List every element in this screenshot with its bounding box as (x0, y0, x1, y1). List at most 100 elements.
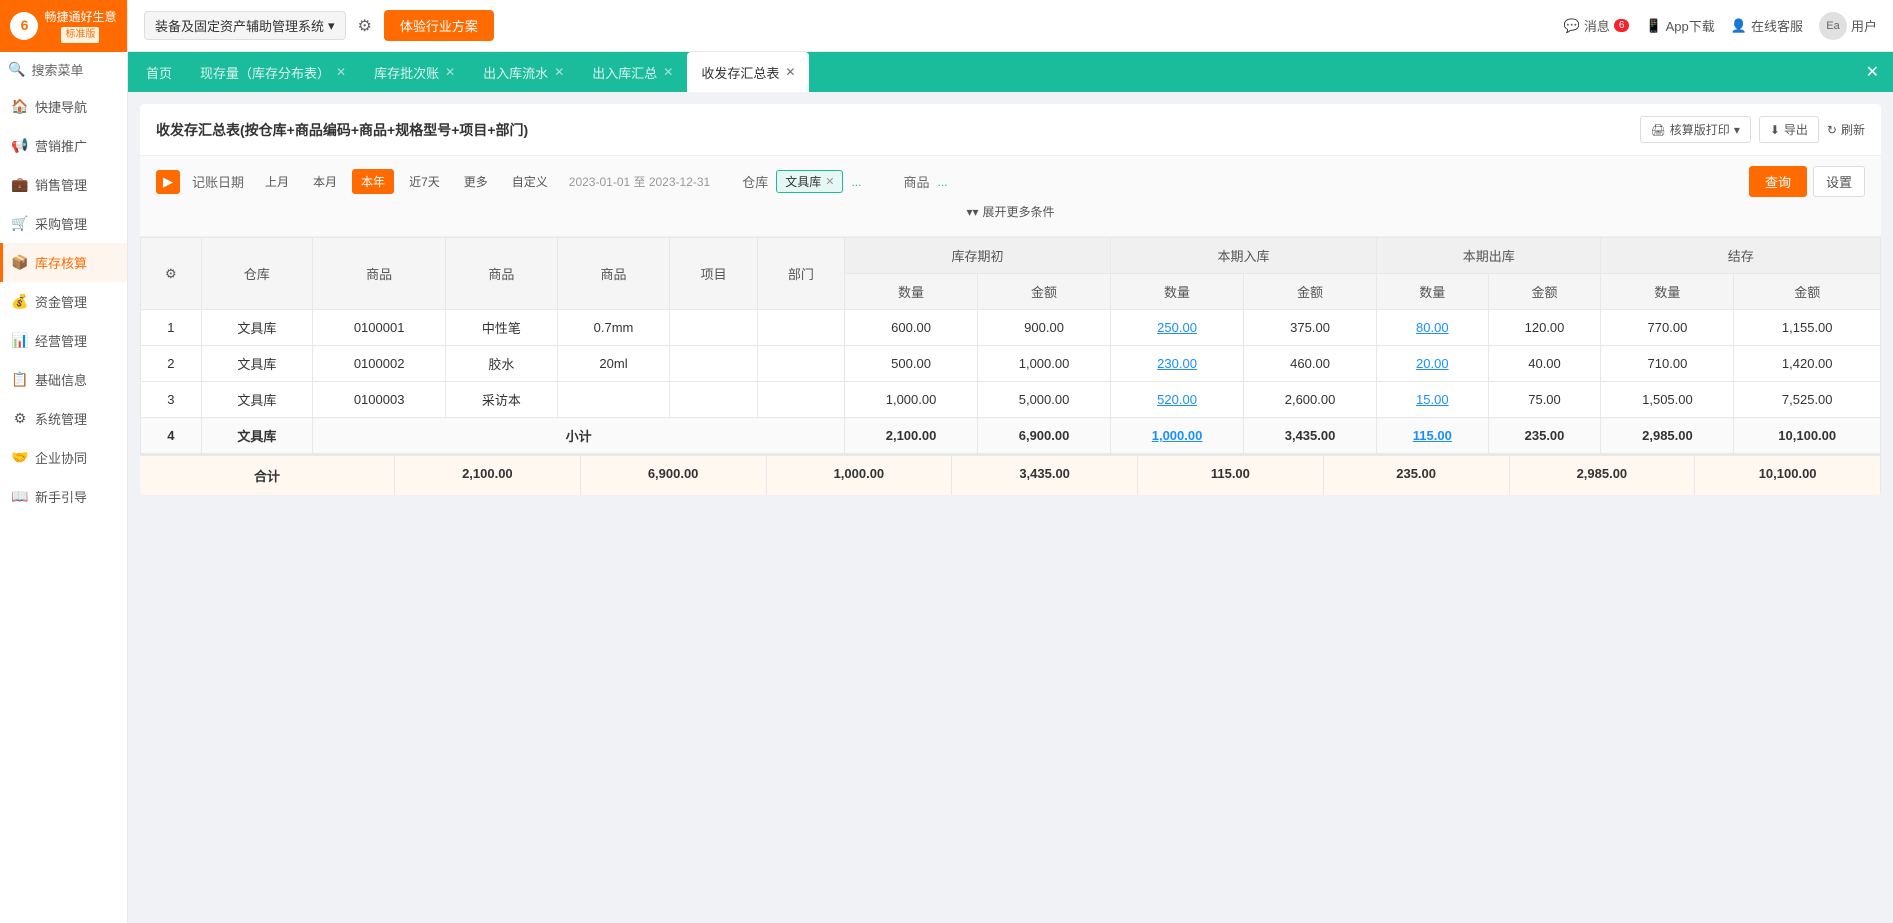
refresh-icon: ↻ (1827, 123, 1837, 137)
expand-button[interactable]: ▾▾ 展开更多条件 (966, 203, 1054, 220)
footer-in-qty: 1,000.00 (767, 456, 953, 495)
tab-inout-flow[interactable]: 出入库流水 ✕ (469, 52, 578, 92)
table-row: 1 文具库 0100001 中性笔 0.7mm 600.00 900.00 25… (141, 310, 1881, 346)
settings-button[interactable]: 设置 (1813, 166, 1865, 197)
settings-icon: ⚙ (165, 266, 177, 281)
row-name: 胶水 (446, 346, 557, 382)
trial-button[interactable]: 体验行业方案 (384, 10, 494, 41)
subtotal-out-qty[interactable]: 115.00 (1377, 418, 1489, 454)
date-btn-this-month[interactable]: 本月 (304, 169, 346, 194)
system-selector[interactable]: 装备及固定资产辅助管理系统 ▾ (144, 11, 346, 40)
sidebar-item-qiye[interactable]: 🤝 企业协同 (0, 438, 127, 477)
filter-row-1: ▶ 记账日期 上月 本月 本年 近7天 更多 自定义 2023-01-01 至 … (156, 166, 1865, 197)
row-warehouse: 文具库 (201, 310, 312, 346)
warehouse-more[interactable]: ... (851, 175, 861, 189)
tab-close-icon[interactable]: ✕ (445, 65, 455, 79)
expand-icon: ▾▾ (966, 205, 978, 219)
row-project (670, 310, 757, 346)
online-service-btn[interactable]: 👤 在线客服 (1731, 16, 1803, 35)
tab-close-icon[interactable]: ✕ (663, 65, 673, 79)
nav-icon: ⚙ (11, 410, 29, 428)
sidebar-item-label: 企业协同 (35, 448, 87, 467)
warehouse-tag-close[interactable]: ✕ (825, 175, 834, 188)
commodity-more[interactable]: ... (938, 175, 948, 189)
tab-close-icon[interactable]: ✕ (785, 65, 795, 79)
chevron-down-icon: ▾ (1734, 123, 1740, 137)
date-btn-this-year[interactable]: 本年 (352, 169, 394, 194)
tab-inout-summary[interactable]: 出入库汇总 ✕ (578, 52, 687, 92)
row-out-qty[interactable]: 15.00 (1377, 382, 1489, 418)
subtotal-in-qty[interactable]: 1,000.00 (1111, 418, 1244, 454)
bal-qty-header: 数量 (1601, 274, 1734, 310)
sidebar-item-xiaoshou[interactable]: 💼 销售管理 (0, 165, 127, 204)
sidebar-item-xinshou[interactable]: 📖 新手引导 (0, 477, 127, 516)
tab-close-icon[interactable]: ✕ (554, 65, 564, 79)
warehouse-tag: 文具库 ✕ (776, 170, 843, 193)
sidebar-item-kucun[interactable]: 📦 库存核算 (0, 243, 127, 282)
nav-icon: 📦 (11, 254, 29, 272)
col-spec-header: 商品 (557, 238, 670, 310)
main-area: 装备及固定资产辅助管理系统 ▾ ⚙ 体验行业方案 💬 消息 6 📱 App下载 … (128, 0, 1893, 923)
date-btn-last-month[interactable]: 上月 (256, 169, 298, 194)
row-out-qty[interactable]: 20.00 (1377, 346, 1489, 382)
sidebar-item-jingying[interactable]: 📊 经营管理 (0, 321, 127, 360)
col-settings-header[interactable]: ⚙ (141, 238, 202, 310)
gear-settings-icon[interactable]: ⚙ (358, 16, 372, 36)
tab-label: 出入库汇总 (592, 63, 657, 82)
date-btn-7days[interactable]: 近7天 (400, 169, 449, 194)
date-btn-custom[interactable]: 自定义 (503, 169, 557, 194)
page-card: 收发存汇总表(按仓库+商品编码+商品+规格型号+项目+部门) 🖨 核算版打印 ▾… (140, 104, 1881, 495)
sidebar-item-label: 销售管理 (35, 175, 87, 194)
footer-out-amt: 235.00 (1324, 456, 1510, 495)
expand-row: ▾▾ 展开更多条件 (156, 197, 1865, 226)
refresh-label: 刷新 (1841, 121, 1865, 138)
footer-total-label: 合计 (140, 456, 395, 495)
subtotal-row: 4 文具库 小计 2,100.00 6,900.00 1,000.00 3,43… (141, 418, 1881, 454)
row-in-qty[interactable]: 230.00 (1111, 346, 1244, 382)
sidebar-search[interactable]: 🔍 搜索菜单 (0, 52, 127, 87)
tab-home[interactable]: 首页 (132, 52, 186, 92)
row-in-amt: 375.00 (1244, 310, 1377, 346)
logo-icon: 6 (10, 12, 38, 40)
footer-open-qty: 2,100.00 (395, 456, 581, 495)
sidebar-item-jichu[interactable]: 📋 基础信息 (0, 360, 127, 399)
row-out-amt: 75.00 (1488, 382, 1601, 418)
export-btn[interactable]: ⬇ 导出 (1759, 116, 1819, 143)
print-label: 核算版打印 (1670, 121, 1730, 138)
date-btn-more[interactable]: 更多 (455, 169, 497, 194)
sidebar-item-zijin[interactable]: 💰 资金管理 (0, 282, 127, 321)
query-button[interactable]: 查询 (1749, 166, 1807, 197)
refresh-btn[interactable]: ↻ 刷新 (1827, 121, 1865, 138)
date-filter-label: 记账日期 (192, 172, 244, 191)
warehouse-filter: 仓库 文具库 ✕ ... (742, 170, 861, 193)
row-dept (757, 382, 844, 418)
tabs-close-all[interactable]: ✕ (1856, 62, 1889, 82)
row-bal-amt: 1,420.00 (1734, 346, 1881, 382)
row-in-qty[interactable]: 250.00 (1111, 310, 1244, 346)
sidebar-item-kuaijie[interactable]: 🏠 快捷导航 (0, 87, 127, 126)
open-qty-header: 数量 (845, 274, 978, 310)
tab-inventory-batch[interactable]: 库存批次账 ✕ (360, 52, 469, 92)
phone-icon: 📱 (1645, 18, 1661, 34)
row-warehouse: 文具库 (201, 346, 312, 382)
tab-inventory-dist[interactable]: 现存量（库存分布表） ✕ (186, 52, 360, 92)
filter-toggle[interactable]: ▶ (156, 170, 180, 194)
sidebar-item-yingxiao[interactable]: 📢 营销推广 (0, 126, 127, 165)
warehouse-label: 仓库 (742, 172, 768, 191)
sidebar-item-xitong[interactable]: ⚙ 系统管理 (0, 399, 127, 438)
messages-btn[interactable]: 💬 消息 6 (1564, 16, 1630, 35)
app-download-btn[interactable]: 📱 App下载 (1645, 16, 1714, 35)
nav-icon: 📖 (11, 488, 29, 506)
row-out-amt: 40.00 (1488, 346, 1601, 382)
subtotal-bal-amt: 10,100.00 (1734, 418, 1881, 454)
row-in-qty[interactable]: 520.00 (1111, 382, 1244, 418)
row-dept (757, 310, 844, 346)
row-out-qty[interactable]: 80.00 (1377, 310, 1489, 346)
tab-receive-send-summary[interactable]: 收发存汇总表 ✕ (687, 52, 809, 92)
subtotal-no: 4 (141, 418, 202, 454)
user-btn[interactable]: Ea 用户 (1819, 12, 1877, 40)
sidebar-item-caigou[interactable]: 🛒 采购管理 (0, 204, 127, 243)
tab-close-icon[interactable]: ✕ (336, 65, 346, 79)
table-footer: 合计 2,100.00 6,900.00 1,000.00 3,435.00 1… (140, 454, 1881, 495)
print-btn[interactable]: 🖨 核算版打印 ▾ (1640, 116, 1751, 143)
